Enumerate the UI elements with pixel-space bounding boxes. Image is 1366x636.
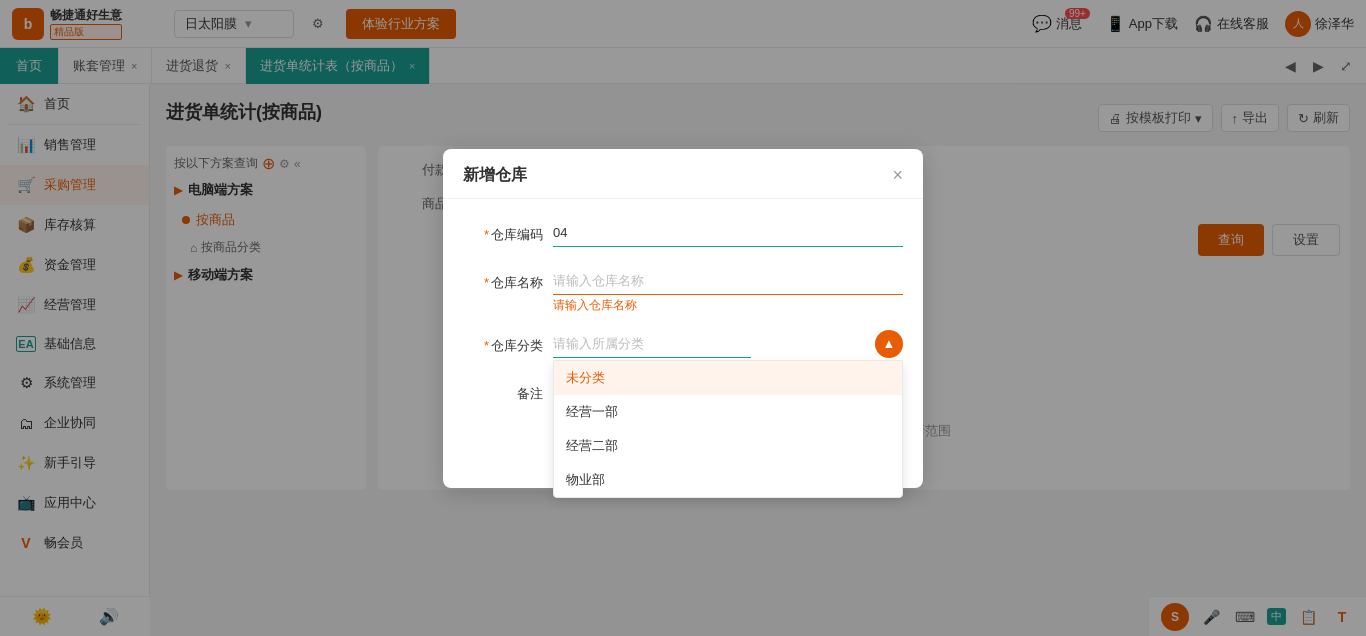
- warehouse-name-row: *仓库名称 请输入仓库名称: [463, 267, 903, 314]
- modal-title: 新增仓库: [463, 165, 527, 186]
- warehouse-code-row: *仓库编码: [463, 219, 903, 251]
- note-label: 备注: [463, 378, 543, 410]
- warehouse-code-label: *仓库编码: [463, 219, 543, 251]
- warehouse-name-error: 请输入仓库名称: [553, 297, 903, 314]
- modal-header: 新增仓库 ×: [443, 149, 923, 199]
- warehouse-name-label: *仓库名称: [463, 267, 543, 299]
- dropdown-item-2[interactable]: 经营二部: [554, 429, 902, 463]
- dropdown-item-1[interactable]: 经营一部: [554, 395, 902, 429]
- add-warehouse-modal: 新增仓库 × *仓库编码 *仓库名称 请输入仓库名称: [443, 149, 923, 488]
- warehouse-code-field: [553, 219, 903, 247]
- warehouse-classify-field: ▲ 未分类 经营一部 经营二部 物业部: [553, 330, 903, 358]
- classify-dropdown-list: 未分类 经营一部 经营二部 物业部: [553, 360, 903, 498]
- modal-overlay: 新增仓库 × *仓库编码 *仓库名称 请输入仓库名称: [0, 0, 1366, 636]
- warehouse-name-field: 请输入仓库名称: [553, 267, 903, 314]
- modal-body: *仓库编码 *仓库名称 请输入仓库名称 *仓库分类: [443, 199, 923, 410]
- warehouse-classify-input[interactable]: [553, 330, 751, 358]
- classify-dropdown-toggle[interactable]: ▲: [875, 330, 903, 358]
- warehouse-name-input[interactable]: [553, 267, 903, 295]
- warehouse-classify-label: *仓库分类: [463, 330, 543, 362]
- warehouse-code-input[interactable]: [553, 219, 903, 247]
- dropdown-item-3[interactable]: 物业部: [554, 463, 902, 497]
- dropdown-item-0[interactable]: 未分类: [554, 361, 902, 395]
- modal-close-button[interactable]: ×: [892, 165, 903, 186]
- warehouse-classify-row: *仓库分类 ▲ 未分类 经营一部 经营二部 物业部: [463, 330, 903, 362]
